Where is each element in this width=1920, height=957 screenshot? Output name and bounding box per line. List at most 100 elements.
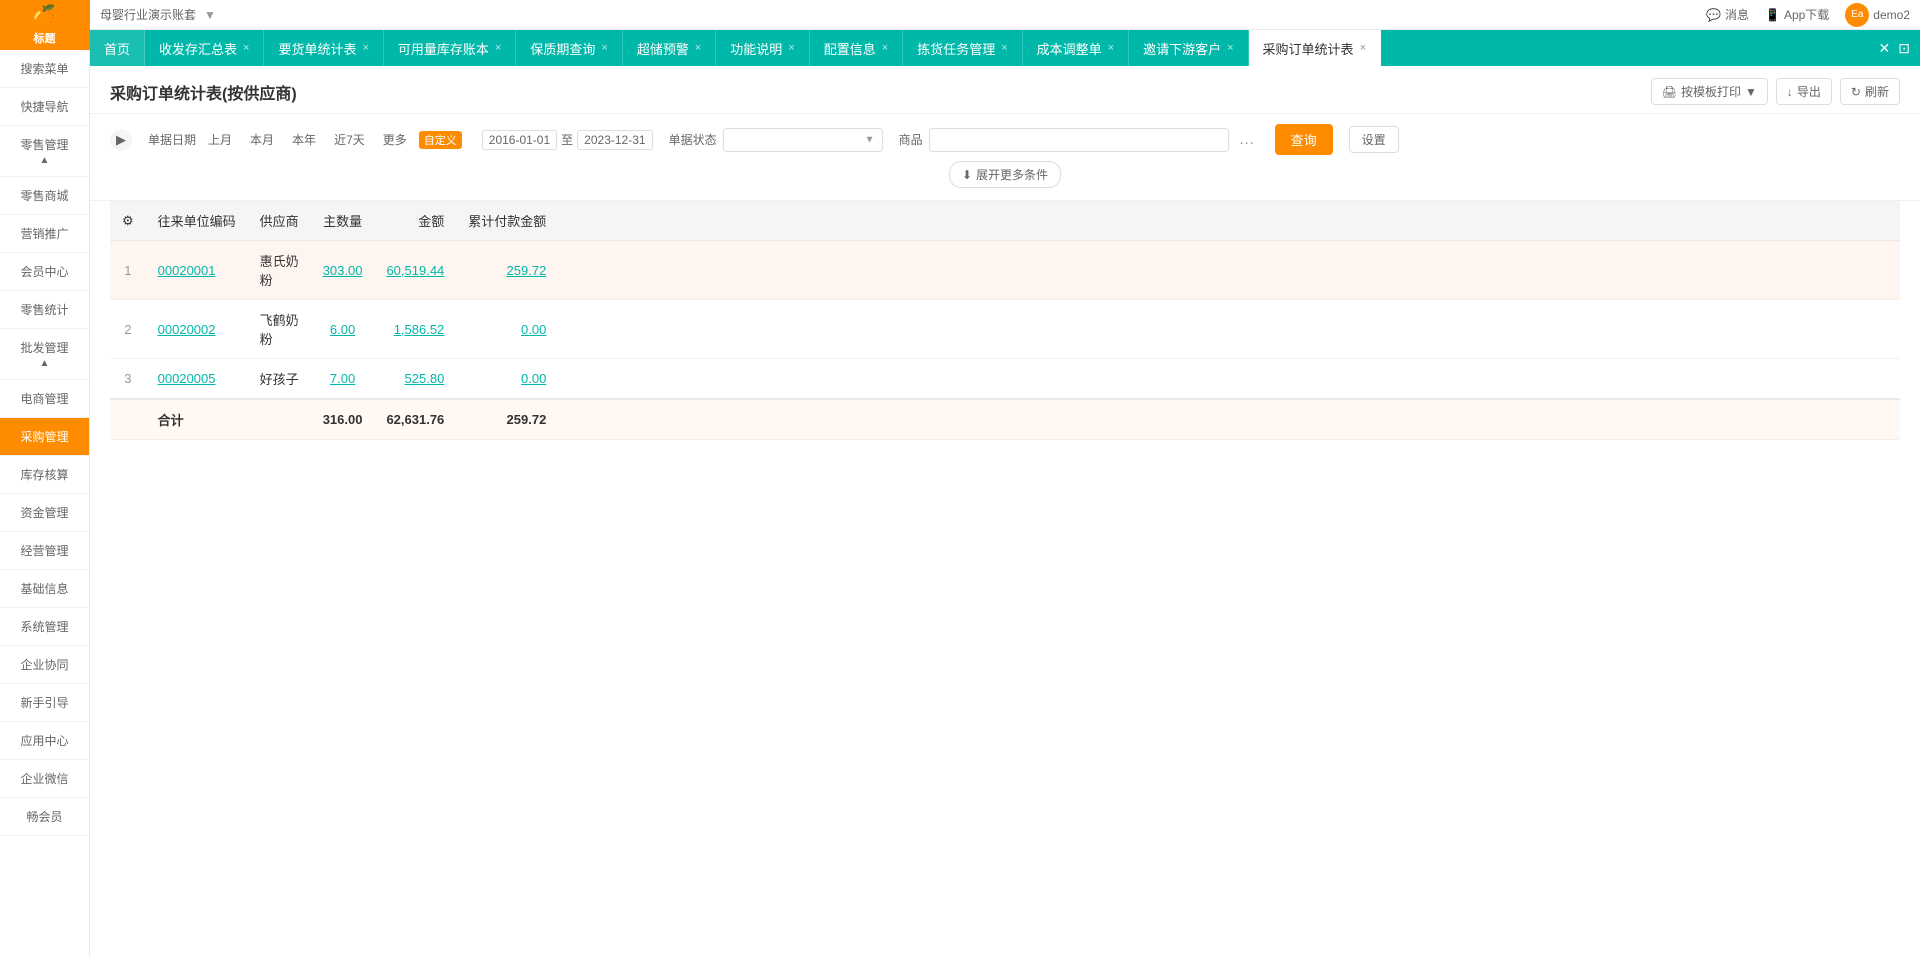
cell-code-2: 00020005 [146, 359, 248, 400]
code-link-1[interactable]: 00020002 [158, 322, 216, 337]
qty-link-0[interactable]: 303.00 [323, 263, 363, 278]
date-from[interactable]: 2016-01-01 [482, 130, 557, 150]
expand-button[interactable]: ▶ [110, 129, 132, 151]
export-button[interactable]: ↓ 导出 [1776, 78, 1832, 105]
sidebar-item-5[interactable]: 会员中心 [0, 253, 89, 291]
nav-tab-4[interactable]: 保质期查询× [516, 30, 622, 66]
amount-link-0[interactable]: 60,519.44 [386, 263, 444, 278]
sidebar-item-4[interactable]: 营销推广 [0, 215, 89, 253]
nav-tab-7[interactable]: 配置信息× [810, 30, 903, 66]
code-link-2[interactable]: 00020005 [158, 371, 216, 386]
shortcut-7days[interactable]: 近7天 [328, 129, 371, 150]
nav-tab-close-7[interactable]: × [882, 42, 888, 54]
message-item[interactable]: 💬 消息 [1706, 6, 1749, 23]
sidebar-item-14[interactable]: 系统管理 [0, 608, 89, 646]
nav-tab-close-6[interactable]: × [788, 42, 794, 54]
nav-tab-11[interactable]: 采购订单统计表 × [1249, 30, 1381, 66]
app-download-item[interactable]: 📱 App下载 [1765, 6, 1829, 23]
code-link-0[interactable]: 00020001 [158, 263, 216, 278]
nav-maximize-button[interactable]: ⊡ [1896, 38, 1912, 59]
cell-index-1: 2 [110, 300, 146, 359]
sidebar-item-7[interactable]: 批发管理▲ [0, 329, 89, 380]
sidebar-item-6[interactable]: 零售统计 [0, 291, 89, 329]
sidebar-item-11[interactable]: 资金管理 [0, 494, 89, 532]
amount-link-2[interactable]: 525.80 [405, 371, 445, 386]
sidebar-item-3[interactable]: 零售商城 [0, 177, 89, 215]
cell-qty-1: 6.00 [311, 300, 375, 359]
nav-tab-9[interactable]: 成本调整单× [1023, 30, 1129, 66]
date-filter: 单据日期 上月 本月 本年 近7天 更多 自定义 [148, 129, 462, 150]
sidebar-item-10[interactable]: 库存核算 [0, 456, 89, 494]
paid-link-1[interactable]: 0.00 [521, 322, 546, 337]
refresh-label: 刷新 [1865, 83, 1889, 100]
nav-tab-10[interactable]: 邀请下游客户 × [1129, 30, 1248, 66]
nav-tab-close-8[interactable]: × [1001, 42, 1007, 54]
sidebar-item-8[interactable]: 电商管理 [0, 380, 89, 418]
setting-button[interactable]: 设置 [1349, 126, 1399, 153]
nav-tab-6[interactable]: 功能说明× [716, 30, 809, 66]
sidebar-item-0[interactable]: 搜索菜单 [0, 50, 89, 88]
amount-link-1[interactable]: 1,586.52 [394, 322, 445, 337]
sidebar-item-1[interactable]: 快捷导航 [0, 88, 89, 126]
nav-tab-close-5[interactable]: × [695, 42, 701, 54]
nav-tab-label-5: 超储预警 [637, 39, 689, 58]
shortcut-more[interactable]: 更多 [377, 129, 413, 150]
nav-tab-close-11[interactable]: × [1360, 42, 1366, 54]
sidebar-item-19[interactable]: 畅会员 [0, 798, 89, 836]
sidebar-item-13[interactable]: 基础信息 [0, 570, 89, 608]
cell-supplier-2: 好孩子 [248, 359, 311, 400]
workspace-dropdown-icon[interactable]: ▼ [204, 8, 216, 22]
settings-icon[interactable]: ⚙ [122, 213, 134, 228]
sidebar-item-15[interactable]: 企业协同 [0, 646, 89, 684]
refresh-button[interactable]: ↻ 刷新 [1840, 78, 1900, 105]
cell-amount-1: 1,586.52 [374, 300, 456, 359]
nav-tab-close-3[interactable]: × [495, 42, 501, 54]
message-icon: 💬 [1706, 8, 1721, 22]
qty-link-1[interactable]: 6.00 [330, 322, 355, 337]
nav-tabs: 首页收发存汇总表×要货单统计表×可用量库存账本×保质期查询×超储预警×功能说明×… [90, 30, 1920, 66]
nav-tab-label-11: 采购订单统计表 [1263, 39, 1354, 58]
status-select[interactable] [723, 128, 883, 152]
nav-tab-close-1[interactable]: × [243, 42, 249, 54]
cell-qty-0: 303.00 [311, 241, 375, 300]
expand-more-button[interactable]: ⬇ 展开更多条件 [949, 161, 1061, 188]
user-item[interactable]: Ea demo2 [1845, 3, 1910, 27]
nav-tab-1[interactable]: 收发存汇总表× [145, 30, 264, 66]
nav-tab-0[interactable]: 首页 [90, 30, 145, 66]
nav-tab-label-10: 邀请下游客户 [1143, 39, 1221, 58]
nav-tab-8[interactable]: 拣货任务管理× [903, 30, 1022, 66]
sidebar-item-18[interactable]: 企业微信 [0, 760, 89, 798]
status-filter: 单据状态 [669, 128, 883, 152]
date-to[interactable]: 2023-12-31 [577, 130, 652, 150]
goods-more-button[interactable]: … [1235, 131, 1259, 149]
shortcut-this-month[interactable]: 本月 [244, 129, 280, 150]
qty-link-2[interactable]: 7.00 [330, 371, 355, 386]
query-button[interactable]: 查询 [1275, 124, 1333, 155]
nav-tab-close-10[interactable]: × [1227, 42, 1233, 54]
nav-tab-3[interactable]: 可用量库存账本× [384, 30, 516, 66]
nav-tab-close-4[interactable]: × [601, 42, 607, 54]
expand-down-icon: ⬇ [962, 168, 972, 182]
filter-row-1: ▶ 单据日期 上月 本月 本年 近7天 更多 自定义 2016-01-01 至 … [110, 124, 1900, 155]
nav-close-button[interactable]: ✕ [1877, 38, 1893, 59]
nav-tab-close-9[interactable]: × [1108, 42, 1114, 54]
sidebar-item-16[interactable]: 新手引导 [0, 684, 89, 722]
sidebar-item-9[interactable]: 采购管理 [0, 418, 89, 456]
paid-link-2[interactable]: 0.00 [521, 371, 546, 386]
shortcut-this-year[interactable]: 本年 [286, 129, 322, 150]
paid-link-0[interactable]: 259.72 [507, 263, 547, 278]
refresh-icon: ↻ [1851, 85, 1861, 99]
app-logo[interactable]: 🍊 标题 [0, 0, 90, 50]
shortcut-last-month[interactable]: 上月 [202, 129, 238, 150]
sidebar-item-17[interactable]: 应用中心 [0, 722, 89, 760]
template-print-button[interactable]: 🖨 按模板打印 ▼ [1651, 78, 1768, 105]
nav-tab-5[interactable]: 超储预警 × [623, 30, 716, 66]
table-area: ⚙ 往来单位编码 供应商 主数量 金额 累计付款金额 1 00020001 惠氏… [90, 201, 1920, 957]
sidebar-item-2[interactable]: 零售管理▲ [0, 126, 89, 177]
nav-tab-close-2[interactable]: × [362, 42, 368, 54]
date-range-sep: 至 [561, 131, 573, 148]
nav-tab-2[interactable]: 要货单统计表× [264, 30, 383, 66]
goods-input[interactable] [929, 128, 1229, 152]
workspace-label: 母婴行业演示账套 [100, 6, 196, 23]
sidebar-item-12[interactable]: 经营管理 [0, 532, 89, 570]
